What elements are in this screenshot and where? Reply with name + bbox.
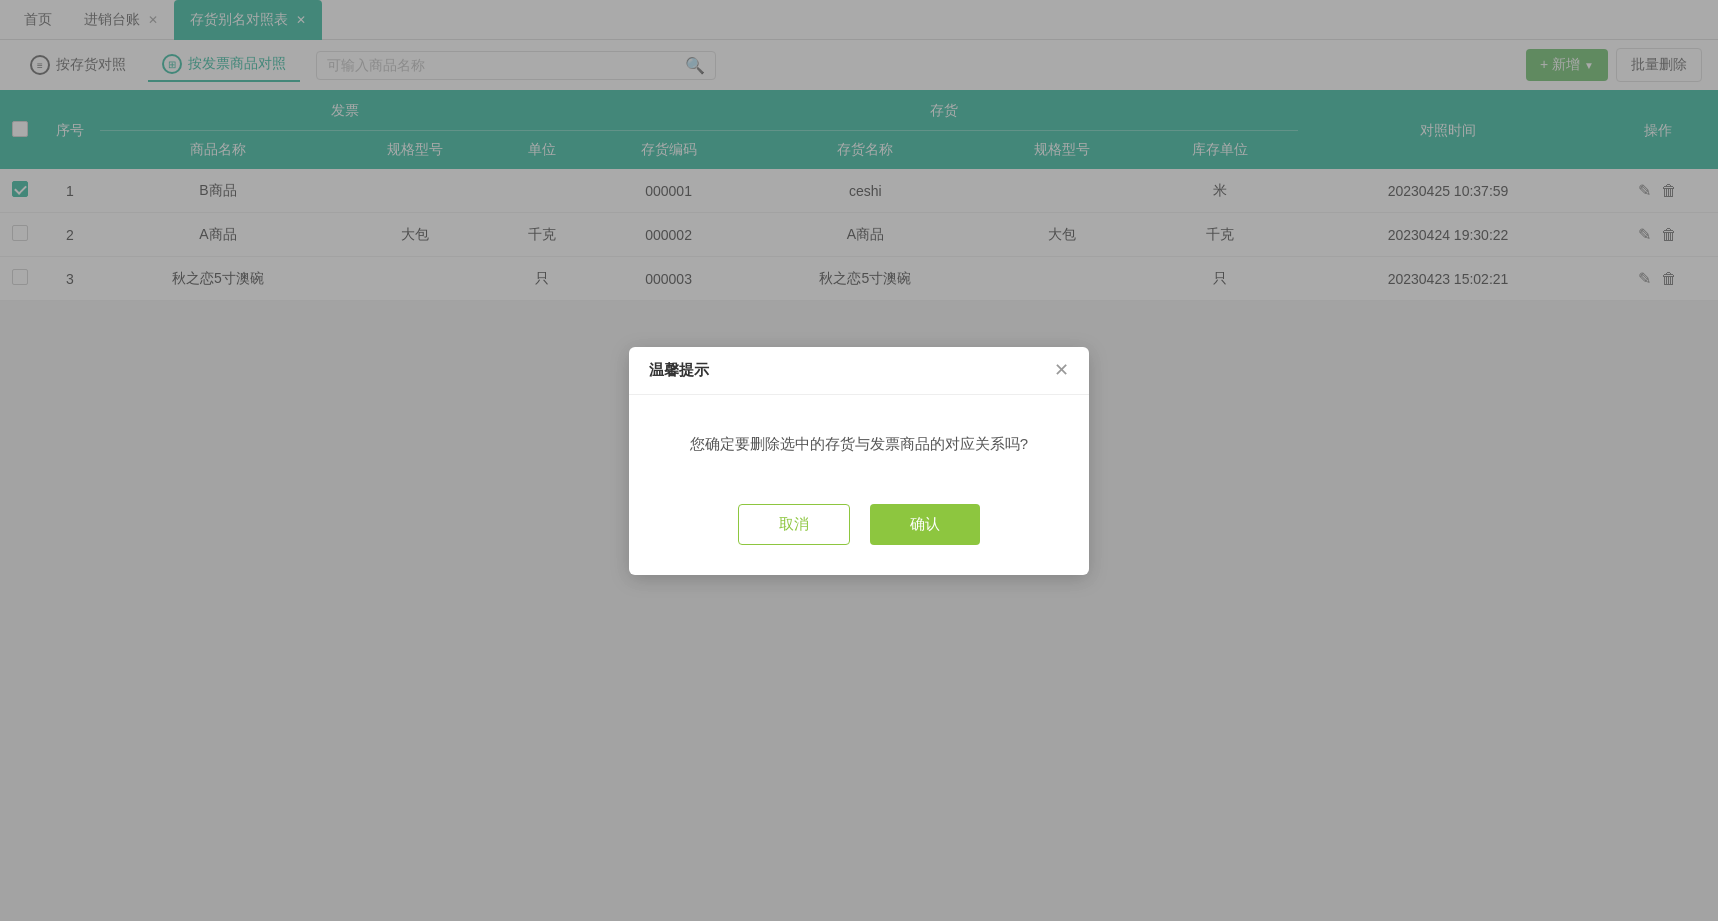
modal-overlay: 温馨提示 ✕ 您确定要删除选中的存货与发票商品的对应关系吗? 取消 确认 [0,0,1718,301]
